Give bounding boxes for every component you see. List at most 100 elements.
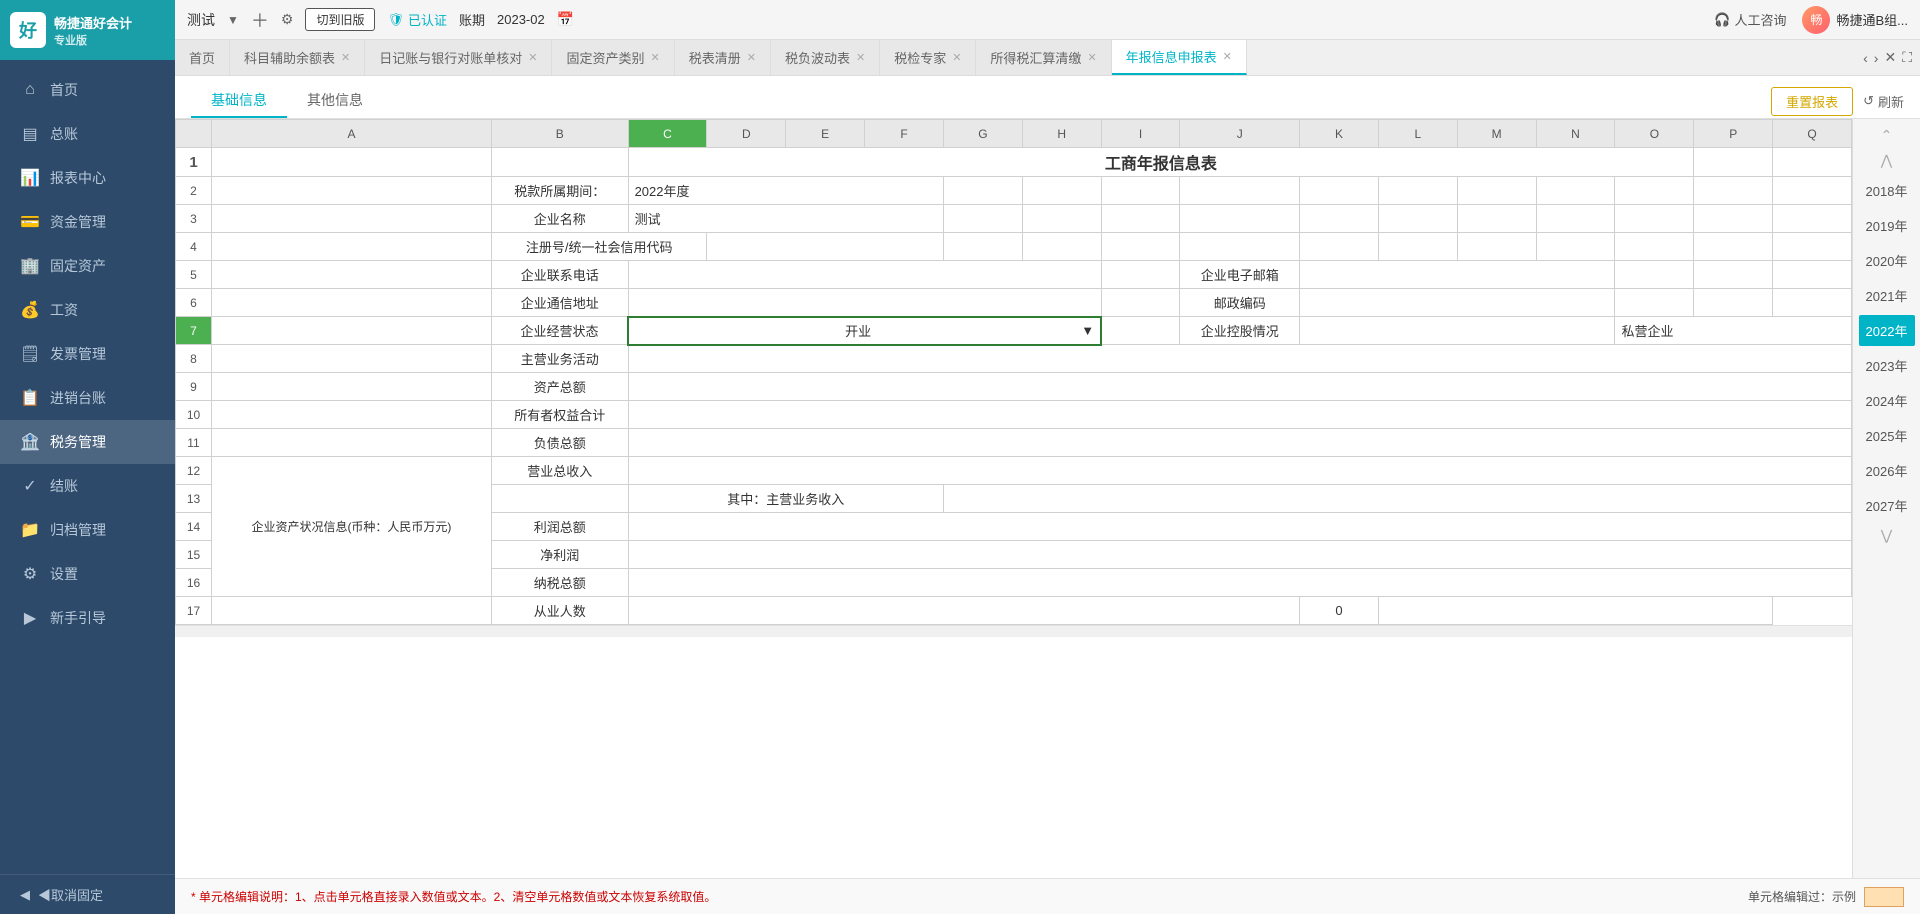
col-header-I[interactable]: I [1101, 120, 1180, 148]
cell-6-K[interactable] [1300, 289, 1615, 317]
cell-6-B[interactable]: 企业通信地址 [491, 289, 628, 317]
cell-3-P[interactable] [1694, 205, 1773, 233]
tab-incometax-close[interactable]: ✕ [1087, 51, 1096, 64]
service-button[interactable]: 🎧 人工咨询 [1714, 10, 1786, 29]
cell-6-Q[interactable] [1773, 289, 1852, 317]
cell-2-A[interactable] [212, 177, 492, 205]
subtab-basic[interactable]: 基础信息 [191, 84, 287, 118]
cell-5-J[interactable]: 企业电子邮箱 [1180, 261, 1300, 289]
col-header-M[interactable]: M [1457, 120, 1536, 148]
cell-4-H[interactable] [1022, 233, 1101, 261]
sidebar-item-assets[interactable]: 🏢 固定资产 [0, 244, 175, 288]
cell-5-K[interactable] [1300, 261, 1615, 289]
cell-4-N[interactable] [1536, 233, 1615, 261]
sidebar-item-funds[interactable]: 💳 资金管理 [0, 200, 175, 244]
cell-8-C[interactable] [628, 345, 1851, 373]
sidebar-item-guide[interactable]: ▶ 新手引导 [0, 596, 175, 640]
cell-4-G[interactable] [943, 233, 1022, 261]
cell-6-J[interactable]: 邮政编码 [1180, 289, 1300, 317]
year-item-2019[interactable]: 2019年 [1859, 210, 1915, 241]
cell-14-C[interactable] [628, 513, 1851, 541]
cell-3-A[interactable] [212, 205, 492, 233]
tab-nav-next-icon[interactable]: › [1874, 50, 1879, 66]
tab-nav-expand-icon[interactable]: ⛶ [1902, 49, 1912, 66]
cell-14-B[interactable]: 利润总额 [491, 513, 628, 541]
horizontal-scrollbar[interactable] [175, 625, 1852, 637]
cell-17-L[interactable] [1378, 597, 1772, 625]
cell-4-I[interactable] [1101, 233, 1180, 261]
tab-nav-close-icon[interactable]: ✕ [1884, 49, 1896, 66]
year-scroll-up-icon[interactable]: ⋀ [1853, 148, 1920, 173]
cell-1-P[interactable] [1694, 148, 1773, 177]
cell-12-A[interactable]: 企业资产状况信息(币种：人民币万元) [212, 457, 492, 597]
cell-17-K[interactable]: 0 [1300, 597, 1379, 625]
col-header-H[interactable]: H [1022, 120, 1101, 148]
cell-5-C[interactable] [628, 261, 1101, 289]
cell-17-C[interactable] [628, 597, 1300, 625]
tab-annual-close[interactable]: ✕ [1223, 50, 1232, 63]
cell-3-Q[interactable] [1773, 205, 1852, 233]
cell-5-O[interactable] [1615, 261, 1694, 289]
tab-home[interactable]: 首页 [175, 40, 230, 75]
cell-9-C[interactable] [628, 373, 1851, 401]
cell-3-C[interactable]: 测试 [628, 205, 943, 233]
cell-10-A[interactable] [212, 401, 492, 429]
cell-5-I[interactable] [1101, 261, 1180, 289]
tab-journal[interactable]: 日记账与银行对账单核对 ✕ [365, 40, 552, 75]
cell-2-L[interactable] [1378, 177, 1457, 205]
col-header-A[interactable]: A [212, 120, 492, 148]
cell-2-B[interactable]: 税款所属期间： [491, 177, 628, 205]
tab-taxexpert-close[interactable]: ✕ [952, 51, 961, 64]
tab-annual[interactable]: 年报信息申报表 ✕ [1112, 40, 1247, 75]
cell-5-Q[interactable] [1773, 261, 1852, 289]
year-item-2018[interactable]: 2018年 [1859, 175, 1915, 206]
cell-9-A[interactable] [212, 373, 492, 401]
sidebar-item-invoice[interactable]: 🗒 发票管理 [0, 332, 175, 376]
cell-3-B[interactable]: 企业名称 [491, 205, 628, 233]
tab-nav-prev-icon[interactable]: ‹ [1863, 50, 1868, 66]
tab-taxlist-close[interactable]: ✕ [747, 51, 756, 64]
tab-taxlist[interactable]: 税表清册 ✕ [675, 40, 771, 75]
cell-3-M[interactable] [1457, 205, 1536, 233]
col-header-N[interactable]: N [1536, 120, 1615, 148]
cell-10-B[interactable]: 所有者权益合计 [491, 401, 628, 429]
cell-7-J[interactable]: 企业控股情况 [1180, 317, 1300, 345]
year-item-2026[interactable]: 2026年 [1859, 455, 1915, 486]
cell-7-B[interactable]: 企业经营状态 [491, 317, 628, 345]
year-item-2024[interactable]: 2024年 [1859, 385, 1915, 416]
col-header-Q[interactable]: Q [1773, 120, 1852, 148]
cell-9-B[interactable]: 资产总额 [491, 373, 628, 401]
cell-15-C[interactable] [628, 541, 1851, 569]
cell-17-B[interactable]: 从业人数 [491, 597, 628, 625]
cell-1-Q[interactable] [1773, 148, 1852, 177]
cell-4-A[interactable] [212, 233, 492, 261]
year-item-2027[interactable]: 2027年 [1859, 490, 1915, 521]
cell-7-C[interactable]: 开业 ▼ [628, 317, 1101, 345]
cell-4-B[interactable]: 注册号/统一社会信用代码 [491, 233, 707, 261]
cell-5-P[interactable] [1694, 261, 1773, 289]
reset-button[interactable]: 重置报表 [1771, 87, 1853, 116]
cell-17-A[interactable] [212, 597, 492, 625]
col-header-L[interactable]: L [1378, 120, 1457, 148]
sidebar-item-reports[interactable]: 📊 报表中心 [0, 156, 175, 200]
col-header-E[interactable]: E [786, 120, 865, 148]
cell-13-C[interactable]: 其中：主营业务收入 [628, 485, 943, 513]
cell-3-H[interactable] [1022, 205, 1101, 233]
cell-2-Q[interactable] [1773, 177, 1852, 205]
sidebar-item-salary[interactable]: 💰 工资 [0, 288, 175, 332]
sidebar-item-settings[interactable]: ⚙ 设置 [0, 552, 175, 596]
sidebar-item-ledger[interactable]: ▤ 总账 [0, 112, 175, 156]
calendar-icon[interactable]: 📅 [557, 11, 574, 28]
cell-4-K[interactable] [1300, 233, 1379, 261]
topbar-dropdown-icon[interactable]: ▼ [227, 13, 239, 27]
year-item-2020[interactable]: 2020年 [1859, 245, 1915, 276]
tab-fixedasset-close[interactable]: ✕ [651, 51, 660, 64]
sidebar-collapse-button[interactable]: ◀ ◀取消固定 [0, 874, 175, 914]
cell-3-J[interactable] [1180, 205, 1300, 233]
tab-taxwave-close[interactable]: ✕ [856, 51, 865, 64]
cell-1-B[interactable] [491, 148, 628, 177]
col-header-F[interactable]: F [865, 120, 944, 148]
cell-2-J[interactable] [1180, 177, 1300, 205]
cell-7-K[interactable] [1300, 317, 1615, 345]
year-nav-up-icon[interactable]: ⌃ [1853, 123, 1920, 148]
